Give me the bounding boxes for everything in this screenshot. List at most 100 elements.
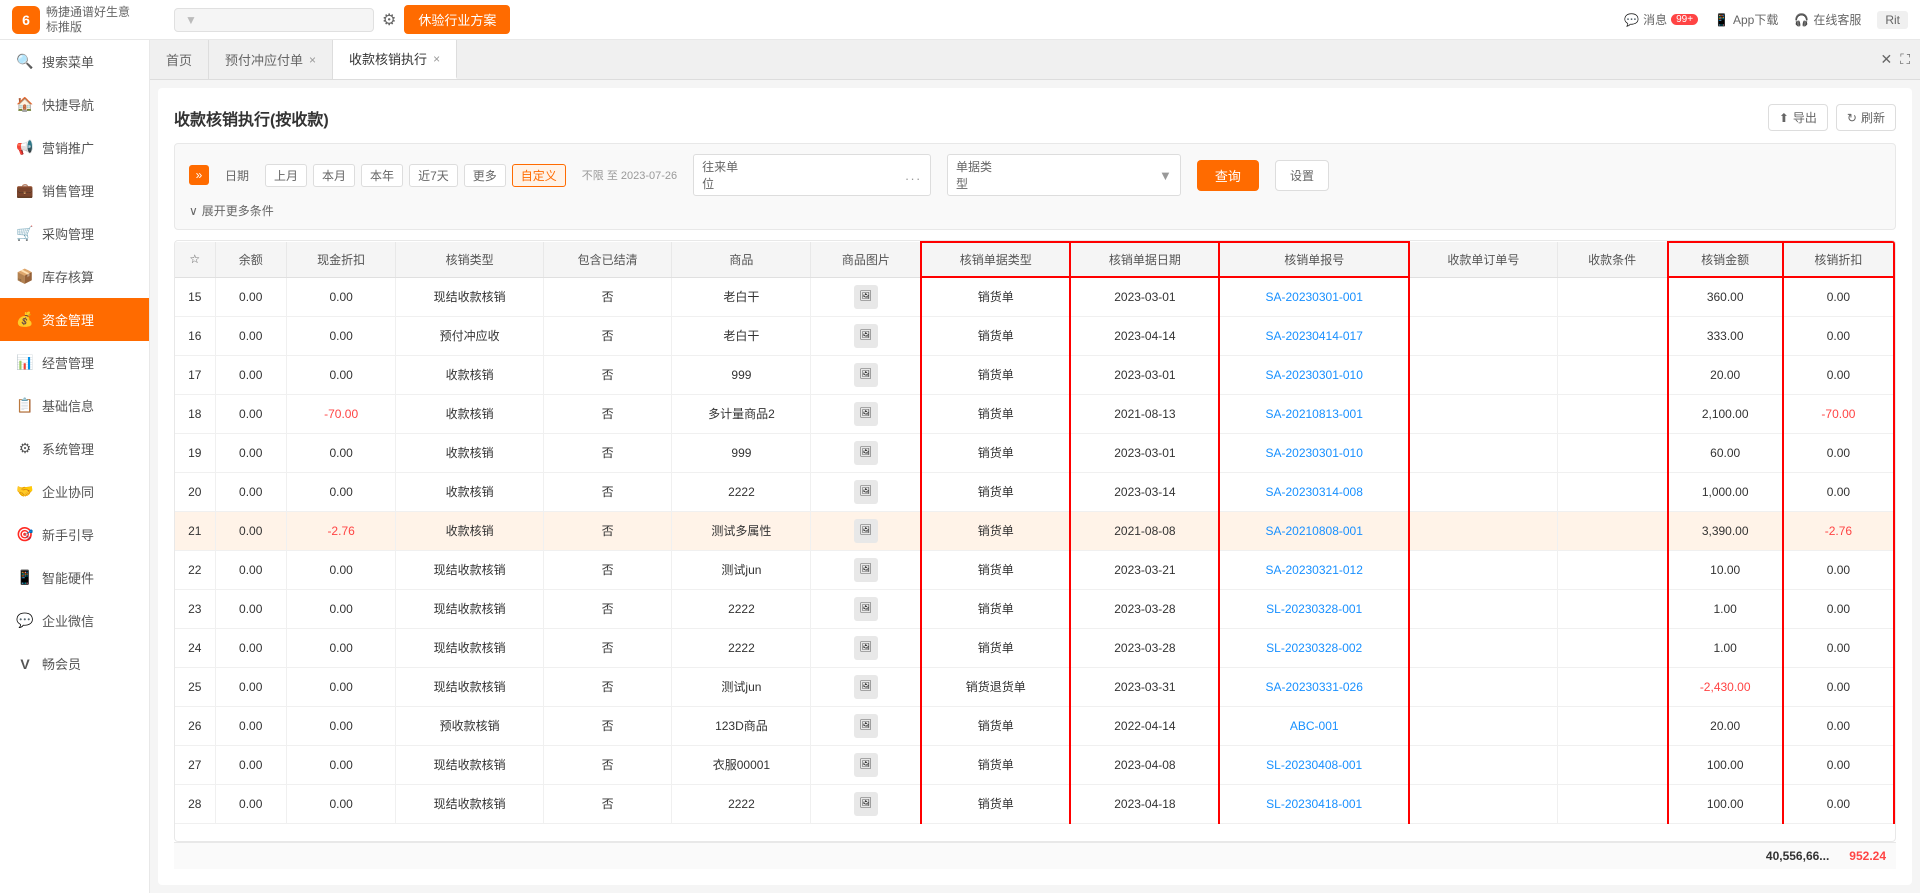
tab-prepay[interactable]: 预付冲应付单 ×	[209, 40, 333, 79]
sidebar-item-purchase[interactable]: 🛒 采购管理	[0, 212, 149, 255]
receipt-type-input[interactable]	[993, 168, 1159, 182]
footer-total-amount: 40,556,66...	[1766, 849, 1829, 863]
bill-no-link[interactable]: SA-20230331-026	[1265, 680, 1362, 694]
col-goods-image: 商品图片	[811, 242, 921, 277]
sidebar-item-operations[interactable]: 📊 经营管理	[0, 341, 149, 384]
cell-balance: 0.00	[215, 550, 286, 589]
sidebar-item-guide[interactable]: 🎯 新手引导	[0, 513, 149, 556]
date-custom[interactable]: 自定义	[512, 164, 566, 187]
bill-no-link[interactable]: SL-20230408-001	[1266, 758, 1362, 772]
cell-included: 否	[543, 355, 672, 394]
bill-no-link[interactable]: ABC-001	[1290, 719, 1339, 733]
cell-type: 收款核销	[396, 394, 544, 433]
filter-toggle-btn[interactable]: »	[189, 165, 209, 185]
cell-included: 否	[543, 472, 672, 511]
basic-info-icon: 📋	[16, 397, 34, 415]
bill-no-link[interactable]: SA-20210808-001	[1265, 524, 1362, 538]
date-more[interactable]: 更多	[464, 164, 506, 187]
cell-bill-no[interactable]: SA-20230331-026	[1219, 667, 1408, 706]
sidebar-item-collab[interactable]: 🤝 企业协同	[0, 470, 149, 513]
user-name[interactable]: Rit	[1877, 11, 1908, 29]
cell-bill-no[interactable]: SA-20230321-012	[1219, 550, 1408, 589]
page-actions: ⬆ 导出 ↻ 刷新	[1768, 104, 1896, 131]
query-btn[interactable]: 查询	[1197, 160, 1259, 191]
industry-btn[interactable]: 休验行业方案	[404, 5, 510, 34]
app-download[interactable]: 📱 App下载	[1714, 11, 1778, 28]
cell-terms	[1557, 667, 1667, 706]
online-service[interactable]: 🎧 在线客服	[1794, 11, 1861, 28]
col-amount: 核销金额	[1668, 242, 1783, 277]
tab-home[interactable]: 首页	[150, 40, 209, 79]
sidebar-item-inventory[interactable]: 📦 库存核算	[0, 255, 149, 298]
party-input[interactable]	[739, 168, 906, 182]
sidebar-item-marketing[interactable]: 📢 营销推广	[0, 126, 149, 169]
cell-order-no	[1409, 784, 1557, 823]
bill-no-link[interactable]: SA-20230301-001	[1265, 290, 1362, 304]
cell-included: 否	[543, 277, 672, 316]
bill-no-link[interactable]: SL-20230328-002	[1266, 641, 1362, 655]
table-row: 17 0.00 0.00 收款核销 否 999 🖼 销货单 2023-03-01…	[175, 355, 1894, 394]
cell-bill-no[interactable]: SL-20230328-002	[1219, 628, 1408, 667]
cell-bill-no[interactable]: SA-20230301-010	[1219, 433, 1408, 472]
marketing-icon: 📢	[16, 139, 34, 157]
cell-bill-type: 销货单	[921, 433, 1070, 472]
tab-prepay-close[interactable]: ×	[309, 53, 316, 67]
tab-collection-close[interactable]: ×	[433, 52, 440, 66]
sidebar-item-nav[interactable]: 🏠 快捷导航	[0, 83, 149, 126]
export-btn[interactable]: ⬆ 导出	[1768, 104, 1828, 131]
tab-collection[interactable]: 收款核销执行 ×	[333, 40, 457, 79]
sidebar-item-basic-info[interactable]: 📋 基础信息	[0, 384, 149, 427]
tab-maximize-btn[interactable]: ⛶	[1900, 51, 1910, 68]
date-this-year[interactable]: 本年	[361, 164, 403, 187]
bill-no-link[interactable]: SA-20210813-001	[1265, 407, 1362, 421]
sidebar-item-member[interactable]: V 畅会员	[0, 642, 149, 685]
bill-no-link[interactable]: SA-20230314-008	[1265, 485, 1362, 499]
cell-bill-no[interactable]: SL-20230418-001	[1219, 784, 1408, 823]
sidebar-item-search[interactable]: 🔍 搜索菜单	[0, 40, 149, 83]
gear-icon[interactable]: ⚙	[382, 10, 396, 30]
cell-goods-image: 🖼	[811, 589, 921, 628]
collab-icon: 🤝	[16, 483, 34, 501]
cell-discount: 0.00	[1783, 667, 1894, 706]
cell-order-no	[1409, 706, 1557, 745]
sidebar-item-system[interactable]: ⚙ 系统管理	[0, 427, 149, 470]
bill-no-link[interactable]: SA-20230301-010	[1265, 446, 1362, 460]
cell-bill-no[interactable]: SA-20230301-001	[1219, 277, 1408, 316]
bill-no-link[interactable]: SL-20230418-001	[1266, 797, 1362, 811]
expand-link[interactable]: ∨ 展开更多条件	[189, 202, 1881, 219]
sidebar-item-finance[interactable]: 💰 资金管理	[0, 298, 149, 341]
date-this-month[interactable]: 本月	[313, 164, 355, 187]
cell-bill-no[interactable]: ABC-001	[1219, 706, 1408, 745]
sidebar-item-hardware[interactable]: 📱 智能硬件	[0, 556, 149, 599]
bill-no-link[interactable]: SA-20230301-010	[1265, 368, 1362, 382]
cell-order-no	[1409, 550, 1557, 589]
bill-no-link[interactable]: SA-20230414-017	[1265, 329, 1362, 343]
cell-type: 收款核销	[396, 433, 544, 472]
cell-bill-no[interactable]: SA-20210808-001	[1219, 511, 1408, 550]
cell-bill-no[interactable]: SL-20230408-001	[1219, 745, 1408, 784]
date-7days[interactable]: 近7天	[409, 164, 458, 187]
cell-cash-discount: 0.00	[286, 628, 395, 667]
sidebar-item-sales[interactable]: 💼 销售管理	[0, 169, 149, 212]
cell-type: 收款核销	[396, 472, 544, 511]
cell-bill-no[interactable]: SA-20230414-017	[1219, 316, 1408, 355]
refresh-btn[interactable]: ↻ 刷新	[1836, 104, 1896, 131]
date-last-month[interactable]: 上月	[265, 164, 307, 187]
bill-no-link[interactable]: SA-20230321-012	[1265, 563, 1362, 577]
refresh-icon: ↻	[1847, 111, 1857, 125]
cell-bill-no[interactable]: SA-20210813-001	[1219, 394, 1408, 433]
table-row: 27 0.00 0.00 现结收款核销 否 衣服00001 🖼 销货单 2023…	[175, 745, 1894, 784]
tab-close-btn[interactable]: ✕	[1880, 51, 1892, 68]
cell-type: 现结收款核销	[396, 628, 544, 667]
cell-bill-type: 销货退货单	[921, 667, 1070, 706]
table-row: 22 0.00 0.00 现结收款核销 否 测试jun 🖼 销货单 2023-0…	[175, 550, 1894, 589]
bill-no-link[interactable]: SL-20230328-001	[1266, 602, 1362, 616]
message-item[interactable]: 💬 消息 99+	[1624, 11, 1698, 28]
cell-bill-no[interactable]: SA-20230314-008	[1219, 472, 1408, 511]
cell-bill-date: 2023-03-21	[1070, 550, 1219, 589]
settings-btn[interactable]: 设置	[1275, 160, 1329, 191]
sidebar-item-wechat[interactable]: 💬 企业微信	[0, 599, 149, 642]
guide-icon: 🎯	[16, 526, 34, 544]
cell-bill-no[interactable]: SA-20230301-010	[1219, 355, 1408, 394]
cell-bill-no[interactable]: SL-20230328-001	[1219, 589, 1408, 628]
